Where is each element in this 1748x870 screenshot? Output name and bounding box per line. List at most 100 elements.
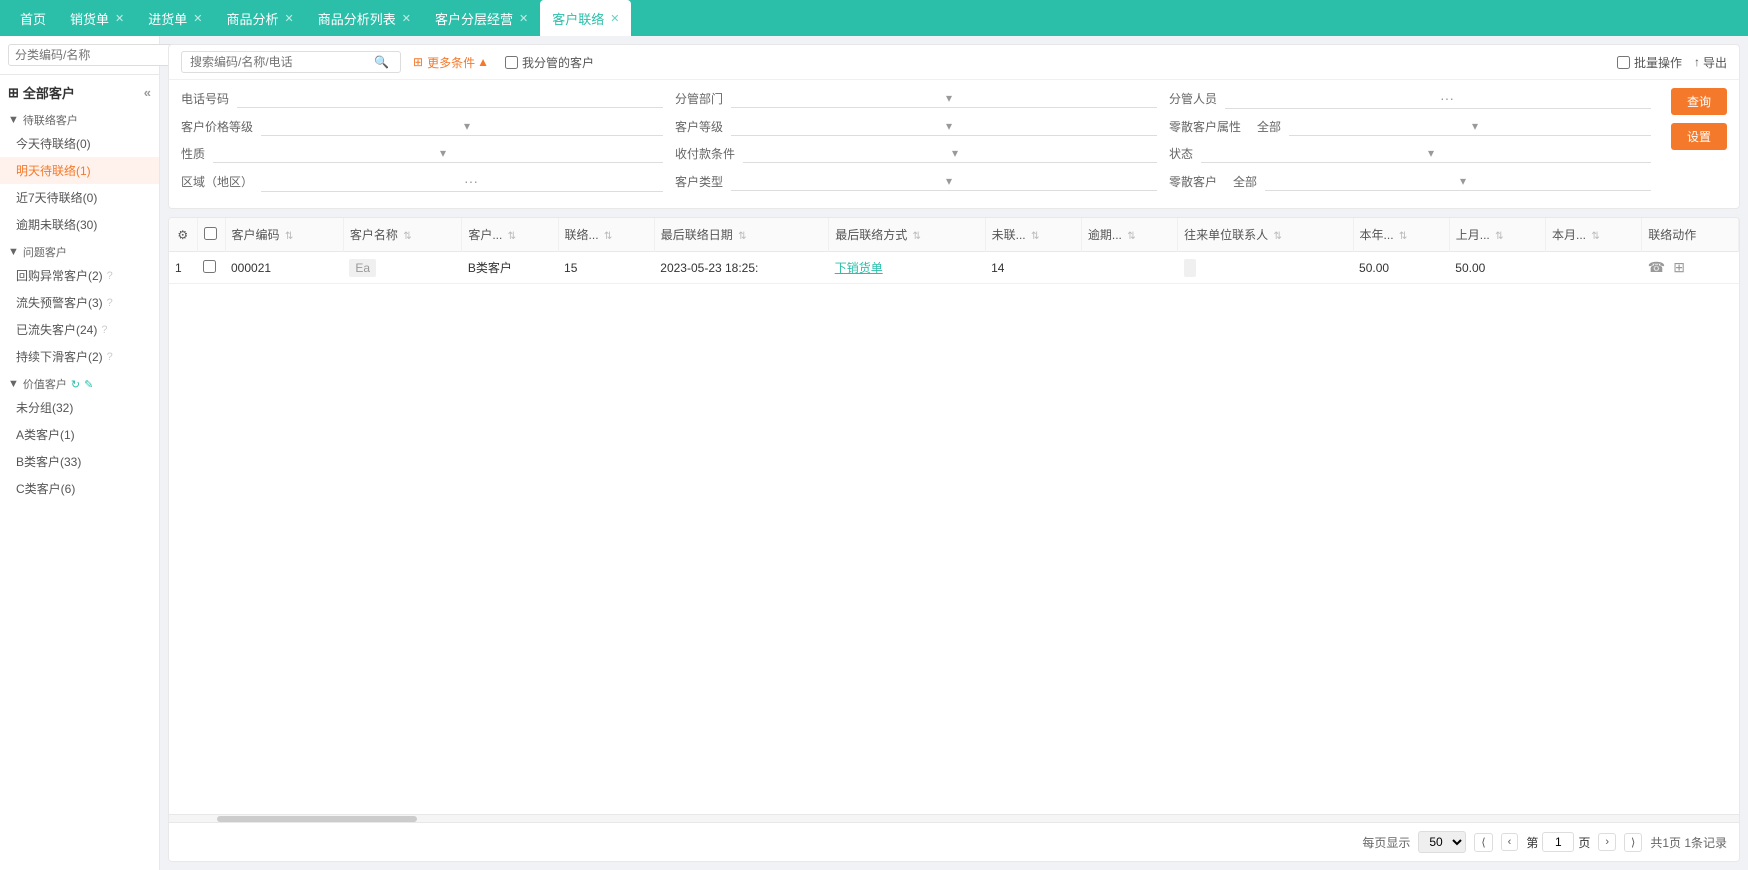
contact-method-link[interactable]: 下销货单: [835, 261, 883, 275]
sort-name-icon[interactable]: ⇅: [403, 231, 411, 242]
row-checkbox-cell[interactable]: [197, 252, 225, 284]
section-value-customers[interactable]: ▼ 价值客户 ↻ ✎: [0, 370, 159, 394]
sort-person-icon[interactable]: ⇅: [1273, 231, 1281, 242]
refresh-icon[interactable]: ↻: [71, 378, 80, 391]
call-icon[interactable]: ☎: [1648, 259, 1665, 276]
batch-op-button[interactable]: 批量操作: [1617, 54, 1682, 71]
sort-uncontacted-icon[interactable]: ⇅: [1031, 231, 1039, 242]
sort-this-month-icon[interactable]: ⇅: [1591, 231, 1599, 242]
table-row: 1 000021 Ea B类客户 15 2023-05-23 18:25:: [169, 252, 1739, 284]
caret-icon8: ▾: [946, 174, 1153, 188]
sidebar-item-ungrouped[interactable]: 未分组(32): [0, 394, 159, 421]
collapse-sidebar-icon[interactable]: «: [144, 85, 151, 100]
filter-manager-select[interactable]: ···: [1225, 88, 1651, 109]
all-customers-title[interactable]: ⊞ 全部客户 «: [0, 75, 159, 106]
my-customers-checkbox[interactable]: [505, 56, 518, 69]
filter-customer-type-select[interactable]: ▾: [731, 172, 1157, 191]
page-label: 第: [1526, 834, 1538, 851]
last-page-button[interactable]: ⟩: [1624, 833, 1642, 852]
filter-row-3: 性质 ▾ 收付款条件 ▾: [181, 144, 1651, 163]
more-action-icon[interactable]: ⊞: [1673, 259, 1685, 276]
table-col-uncontacted: 未联... ⇅: [985, 218, 1081, 252]
sidebar-item-overdue-contact[interactable]: 逾期未联络(30): [0, 211, 159, 238]
dots-icon: ···: [1440, 90, 1647, 106]
nav-home[interactable]: 首页: [8, 0, 58, 36]
top-right-actions: 批量操作 ↑ 导出: [1617, 54, 1727, 71]
filter-customer-level-select[interactable]: ▾: [731, 117, 1157, 136]
filter-payment: 收付款条件 ▾: [675, 144, 1157, 163]
sidebar-item-lost-customers[interactable]: 已流失客户(24) ?: [0, 316, 159, 343]
batch-op-checkbox[interactable]: [1617, 56, 1630, 69]
filter-phone-input[interactable]: [237, 89, 663, 108]
scrollbar-thumb[interactable]: [217, 816, 417, 822]
sidebar-item-abnormal-repurchase[interactable]: 回购异常客户(2) ?: [0, 262, 159, 289]
close-customer-segmentation-icon[interactable]: ✕: [519, 12, 528, 25]
table-col-settings[interactable]: ⚙: [169, 218, 197, 252]
filter-retail-customer-select[interactable]: ▾: [1265, 172, 1651, 191]
nav-product-analysis-list[interactable]: 商品分析列表 ✕: [306, 0, 423, 36]
sort-last-date-icon[interactable]: ⇅: [738, 231, 746, 242]
sidebar-item-tomorrow-contact[interactable]: 明天待联络(1): [0, 157, 159, 184]
first-page-button[interactable]: ⟨: [1474, 833, 1492, 852]
sidebar-search-input[interactable]: [8, 44, 177, 66]
close-purchase-order-icon[interactable]: ✕: [193, 12, 202, 25]
page-number-input[interactable]: [1542, 832, 1574, 852]
nav-customer-contact[interactable]: 客户联络 ✕: [540, 0, 631, 36]
my-customers-checkbox-wrap[interactable]: 我分管的客户: [505, 54, 594, 71]
filter-dept: 分管部门 ▾: [675, 89, 1157, 108]
sidebar-item-lost-warning[interactable]: 流失预警客户(3) ?: [0, 289, 159, 316]
sidebar-item-c-class[interactable]: C类客户(6): [0, 475, 159, 502]
filter-price-level-select[interactable]: ▾: [261, 117, 663, 136]
nav-purchase-order[interactable]: 进货单 ✕: [136, 0, 214, 36]
table-col-action: 联络动作: [1642, 218, 1739, 252]
sort-code-icon[interactable]: ⇅: [285, 231, 293, 242]
sidebar-item-declining-customers[interactable]: 持续下滑客户(2) ?: [0, 343, 159, 370]
sidebar-item-a-class[interactable]: A类客户(1): [0, 421, 159, 448]
close-product-analysis-list-icon[interactable]: ✕: [402, 12, 411, 25]
sort-last-month-icon[interactable]: ⇅: [1495, 231, 1503, 242]
sort-type-icon[interactable]: ⇅: [508, 231, 516, 242]
row-contact-count: 15: [558, 252, 654, 284]
section-pending-contact[interactable]: ▼ 待联络客户: [0, 106, 159, 130]
next-page-button[interactable]: ›: [1598, 833, 1616, 851]
section-problem-customers[interactable]: ▼ 问题客户: [0, 238, 159, 262]
close-sales-order-icon[interactable]: ✕: [115, 12, 124, 25]
close-customer-contact-icon[interactable]: ✕: [610, 12, 619, 25]
caret-icon6: ▾: [952, 146, 1153, 160]
filter-status-select[interactable]: ▾: [1201, 144, 1651, 163]
table-col-last-month: 上月... ⇅: [1449, 218, 1545, 252]
filter-region-select[interactable]: ···: [261, 171, 663, 192]
close-product-analysis-icon[interactable]: ✕: [285, 12, 294, 25]
table-col-checkbox[interactable]: [197, 218, 225, 252]
select-all-checkbox[interactable]: [204, 227, 217, 240]
sidebar-item-today-contact[interactable]: 今天待联络(0): [0, 130, 159, 157]
query-button[interactable]: 查询: [1671, 88, 1727, 115]
action-buttons-column: 查询 设置: [1671, 88, 1727, 150]
sort-contact-count-icon[interactable]: ⇅: [604, 231, 612, 242]
filter-dept-select[interactable]: ▾: [731, 89, 1157, 108]
table-col-contact-count: 联络... ⇅: [558, 218, 654, 252]
filter-retail-attr-select[interactable]: ▾: [1289, 117, 1651, 136]
sidebar-item-7days-contact[interactable]: 近7天待联络(0): [0, 184, 159, 211]
settings-button[interactable]: 设置: [1671, 123, 1727, 150]
filter-payment-select[interactable]: ▾: [743, 144, 1157, 163]
horizontal-scrollbar[interactable]: [169, 814, 1739, 822]
sort-year-icon[interactable]: ⇅: [1399, 231, 1407, 242]
sort-method-icon[interactable]: ⇅: [913, 231, 921, 242]
export-button[interactable]: ↑ 导出: [1694, 54, 1727, 71]
sort-overdue-icon[interactable]: ⇅: [1127, 231, 1135, 242]
filter-nature-select[interactable]: ▾: [213, 144, 663, 163]
nav-product-analysis[interactable]: 商品分析 ✕: [214, 0, 305, 36]
row-this-year: 50.00: [1353, 252, 1449, 284]
nav-sales-order[interactable]: 销货单 ✕: [58, 0, 136, 36]
search-submit-icon[interactable]: 🔍: [374, 55, 389, 69]
row-last-contact-method[interactable]: 下销货单: [829, 252, 985, 284]
row-checkbox[interactable]: [203, 260, 216, 273]
nav-customer-segmentation[interactable]: 客户分层经营 ✕: [423, 0, 540, 36]
prev-page-button[interactable]: ‹: [1501, 833, 1519, 851]
sidebar-item-b-class[interactable]: B类客户(33): [0, 448, 159, 475]
more-conditions-button[interactable]: ⊞ 更多条件 ▲: [413, 54, 489, 71]
page-size-select[interactable]: 50: [1418, 831, 1466, 853]
search-input[interactable]: [190, 55, 370, 69]
edit-icon[interactable]: ✎: [84, 378, 93, 391]
